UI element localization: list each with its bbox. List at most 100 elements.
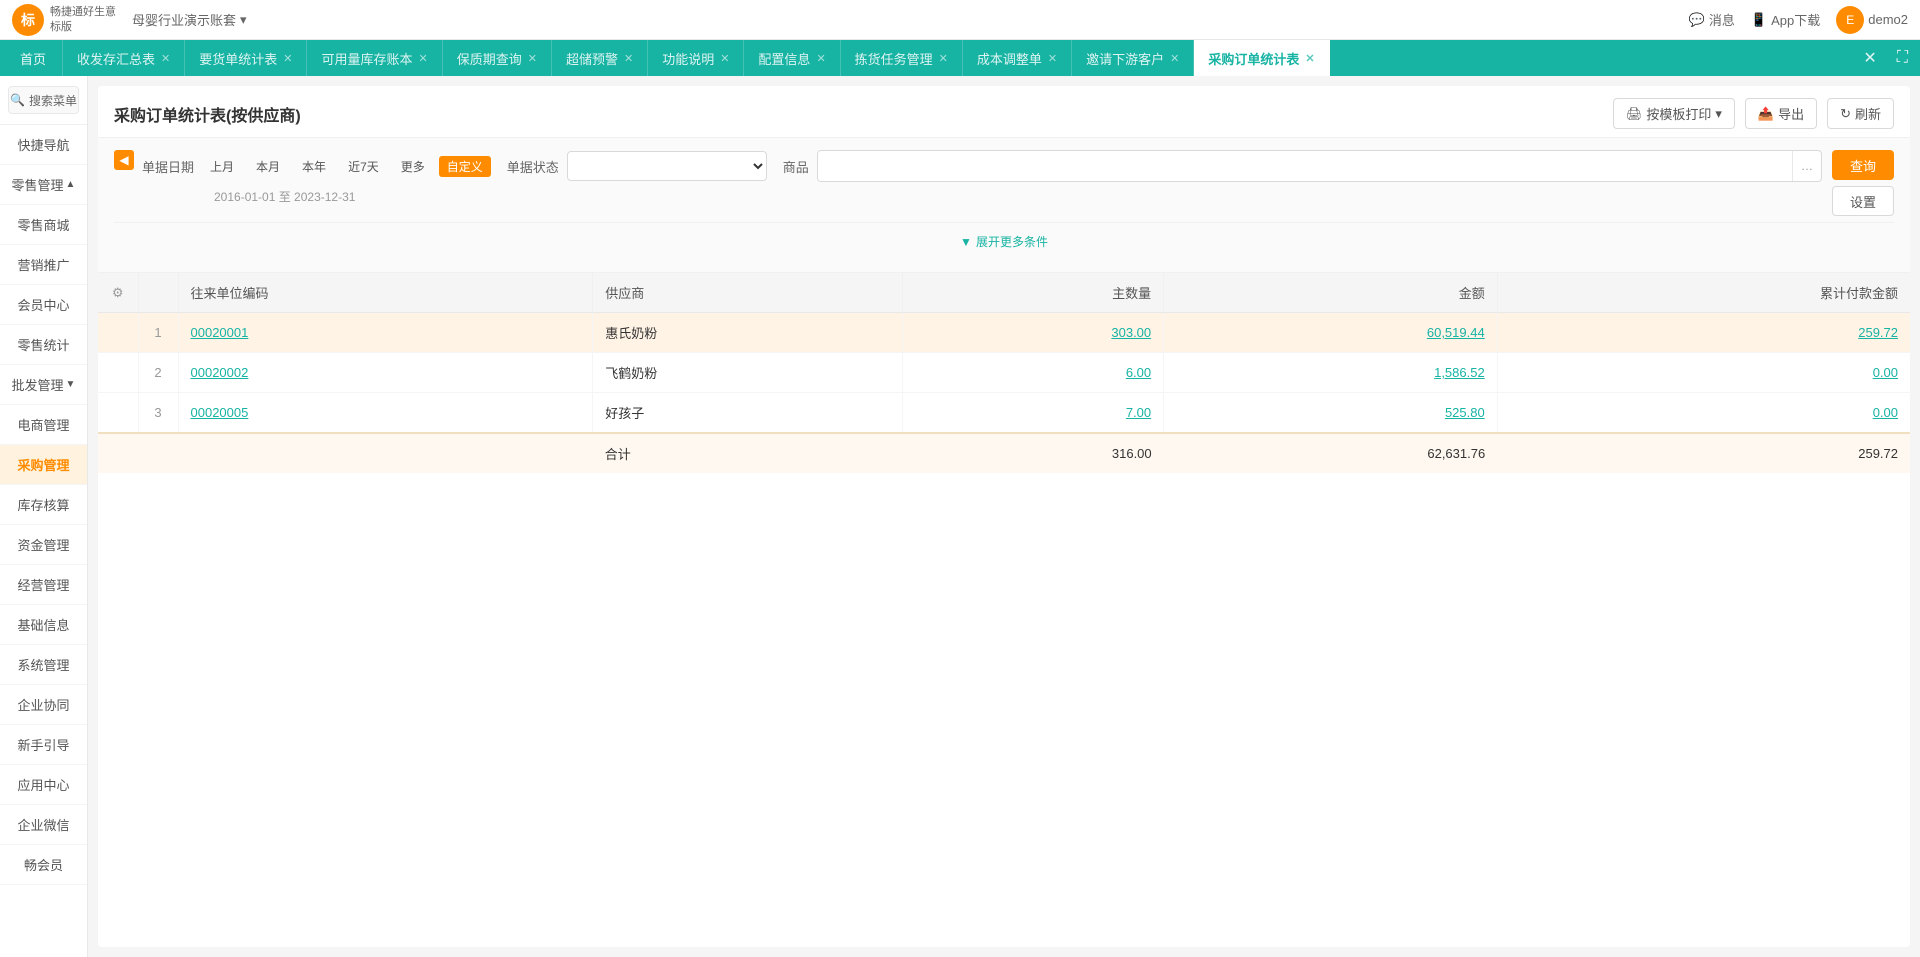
sidebar-item-enterprise-wechat[interactable]: 企业微信 xyxy=(0,805,87,845)
close-function-desc-icon[interactable]: ✕ xyxy=(720,52,729,65)
expand-more-btn[interactable]: ▼ 展开更多条件 xyxy=(954,227,1054,256)
row2-main-qty-link[interactable]: 6.00 xyxy=(1126,365,1151,380)
sidebar-item-app-center[interactable]: 应用中心 xyxy=(0,765,87,805)
page-title: 采购订单统计表(按供应商) xyxy=(114,102,301,126)
row2-amount-link[interactable]: 1,586.52 xyxy=(1434,365,1485,380)
row3-main-qty-link[interactable]: 7.00 xyxy=(1126,405,1151,420)
row1-amount-link[interactable]: 60,519.44 xyxy=(1427,325,1485,340)
goods-input[interactable] xyxy=(818,151,1792,181)
tab-receive-dispatch[interactable]: 收发存汇总表 ✕ xyxy=(63,40,185,76)
sidebar-item-retail-stats[interactable]: 零售统计 xyxy=(0,325,87,365)
row2-unit-code: 00020002 xyxy=(178,353,593,393)
shortcut-more[interactable]: 更多 xyxy=(393,156,433,177)
sidebar-item-new-guide[interactable]: 新手引导 xyxy=(0,725,87,765)
workspace-selector[interactable]: 母婴行业演示账套 ▾ xyxy=(124,6,255,33)
sidebar-item-members[interactable]: 会员中心 xyxy=(0,285,87,325)
table-row[interactable]: 2 00020002 飞鹤奶粉 6.00 1,586.52 xyxy=(98,353,1910,393)
page-header: 采购订单统计表(按供应商) 🖨 按模板打印 ▾ 📤 导出 ↻ 刷新 xyxy=(98,86,1910,138)
sidebar-item-retail-management[interactable]: 零售管理 ▲ xyxy=(0,165,87,205)
search-menu-btn[interactable]: 🔍 搜索菜单 xyxy=(8,86,79,114)
sidebar-app-center-label: 应用中心 xyxy=(17,778,69,793)
row2-num: 2 xyxy=(138,353,178,393)
row3-supplier: 好孩子 xyxy=(593,393,903,434)
tab-invite-customer[interactable]: 邀请下游客户 ✕ xyxy=(1072,40,1194,76)
close-receive-dispatch-icon[interactable]: ✕ xyxy=(161,52,170,65)
col-settings[interactable]: ⚙ xyxy=(98,273,138,313)
sidebar-item-ecommerce[interactable]: 电商管理 xyxy=(0,405,87,445)
close-purchase-summary-icon[interactable]: ✕ xyxy=(1305,52,1314,65)
status-select[interactable] xyxy=(567,151,767,181)
shortcut-7-days[interactable]: 近7天 xyxy=(340,156,387,177)
custom-date-badge[interactable]: 自定义 xyxy=(439,156,491,177)
row3-unit-code-link[interactable]: 00020005 xyxy=(191,405,249,420)
row2-paid-amount-link[interactable]: 0.00 xyxy=(1873,365,1898,380)
shortcut-last-month[interactable]: 上月 xyxy=(202,156,242,177)
shortcut-this-year[interactable]: 本年 xyxy=(294,156,334,177)
close-config-info-icon[interactable]: ✕ xyxy=(816,52,825,65)
export-label: 导出 xyxy=(1778,104,1804,123)
table-row[interactable]: 1 00020001 惠氏奶粉 303.00 60,519.44 xyxy=(98,313,1910,353)
close-overstock-icon[interactable]: ✕ xyxy=(624,52,633,65)
table-row[interactable]: 3 00020005 好孩子 7.00 525.80 xyxy=(98,393,1910,434)
tab-order-summary[interactable]: 要货单统计表 ✕ xyxy=(185,40,307,76)
close-cost-adjust-icon[interactable]: ✕ xyxy=(1048,52,1057,65)
query-button[interactable]: 查询 xyxy=(1832,150,1894,180)
search-icon: 🔍 xyxy=(10,93,25,107)
close-order-summary-icon[interactable]: ✕ xyxy=(283,52,292,65)
row1-paid-amount-link[interactable]: 259.72 xyxy=(1858,325,1898,340)
sidebar-item-inventory[interactable]: 库存核算 xyxy=(0,485,87,525)
sidebar-finance-label: 资金管理 xyxy=(17,538,69,553)
sidebar-item-member-plus[interactable]: 畅会员 xyxy=(0,845,87,885)
sidebar-item-purchase[interactable]: 采购管理 xyxy=(0,445,87,485)
message-btn[interactable]: 💬 消息 xyxy=(1689,10,1735,29)
close-expiry-query-icon[interactable]: ✕ xyxy=(528,52,537,65)
row1-unit-code: 00020001 xyxy=(178,313,593,353)
tab-order-summary-label: 要货单统计表 xyxy=(199,49,277,68)
row3-paid-amount-link[interactable]: 0.00 xyxy=(1873,405,1898,420)
export-button[interactable]: 📤 导出 xyxy=(1745,98,1817,129)
sidebar-item-system[interactable]: 系统管理 xyxy=(0,645,87,685)
main-content: 采购订单统计表(按供应商) 🖨 按模板打印 ▾ 📤 导出 ↻ 刷新 xyxy=(88,76,1920,957)
tab-function-desc-label: 功能说明 xyxy=(662,49,714,68)
sidebar-item-marketing[interactable]: 营销推广 xyxy=(0,245,87,285)
tab-pick-task[interactable]: 拣货任务管理 ✕ xyxy=(841,40,963,76)
tab-overstock[interactable]: 超储预警 ✕ xyxy=(552,40,648,76)
app-download-btn[interactable]: 📱 App下载 xyxy=(1751,10,1820,29)
sidebar-item-basic-info[interactable]: 基础信息 xyxy=(0,605,87,645)
refresh-button[interactable]: ↻ 刷新 xyxy=(1827,98,1894,129)
col-unit-code: 往来单位编码 xyxy=(178,273,593,313)
tab-available-stock[interactable]: 可用量库存账本 ✕ xyxy=(307,40,442,76)
row1-unit-code-link[interactable]: 00020001 xyxy=(191,325,249,340)
goods-input-more[interactable]: … xyxy=(1792,151,1821,181)
tab-cost-adjust[interactable]: 成本调整单 ✕ xyxy=(963,40,1072,76)
tab-purchase-summary[interactable]: 采购订单统计表 ✕ xyxy=(1194,40,1329,76)
tab-function-desc[interactable]: 功能说明 ✕ xyxy=(648,40,744,76)
settings-button[interactable]: 设置 xyxy=(1832,186,1894,216)
row2-settings xyxy=(98,353,138,393)
tab-invite-customer-label: 邀请下游客户 xyxy=(1086,49,1164,68)
tabs-close-icon[interactable]: ✕ xyxy=(1855,44,1884,72)
user-area[interactable]: E demo2 xyxy=(1836,6,1908,34)
expand-more-label: 展开更多条件 xyxy=(976,233,1048,250)
close-available-stock-icon[interactable]: ✕ xyxy=(419,52,428,65)
tab-expiry-query[interactable]: 保质期查询 ✕ xyxy=(443,40,552,76)
row3-amount-link[interactable]: 525.80 xyxy=(1445,405,1485,420)
print-button[interactable]: 🖨 按模板打印 ▾ xyxy=(1613,98,1735,129)
sidebar-item-enterprise-coop[interactable]: 企业协同 xyxy=(0,685,87,725)
tab-home[interactable]: 首页 xyxy=(4,40,63,76)
shortcut-this-month[interactable]: 本月 xyxy=(248,156,288,177)
row2-unit-code-link[interactable]: 00020002 xyxy=(191,365,249,380)
close-invite-customer-icon[interactable]: ✕ xyxy=(1170,52,1179,65)
tab-config-info[interactable]: 配置信息 ✕ xyxy=(744,40,840,76)
filter-status-item: 单据状态 xyxy=(507,151,767,181)
tabs-expand-icon[interactable]: ⛶ xyxy=(1889,45,1916,71)
sidebar-item-finance[interactable]: 资金管理 xyxy=(0,525,87,565)
sidebar-item-wholesale[interactable]: 批发管理 ▼ xyxy=(0,365,87,405)
summary-label xyxy=(178,433,593,473)
filter-collapse-btn[interactable]: ◀ xyxy=(114,150,134,170)
sidebar-item-operations[interactable]: 经营管理 xyxy=(0,565,87,605)
sidebar-item-retail-store[interactable]: 零售商城 xyxy=(0,205,87,245)
close-pick-task-icon[interactable]: ✕ xyxy=(939,52,948,65)
row1-main-qty-link[interactable]: 303.00 xyxy=(1111,325,1151,340)
sidebar-item-quick-nav[interactable]: 快捷导航 xyxy=(0,125,87,165)
